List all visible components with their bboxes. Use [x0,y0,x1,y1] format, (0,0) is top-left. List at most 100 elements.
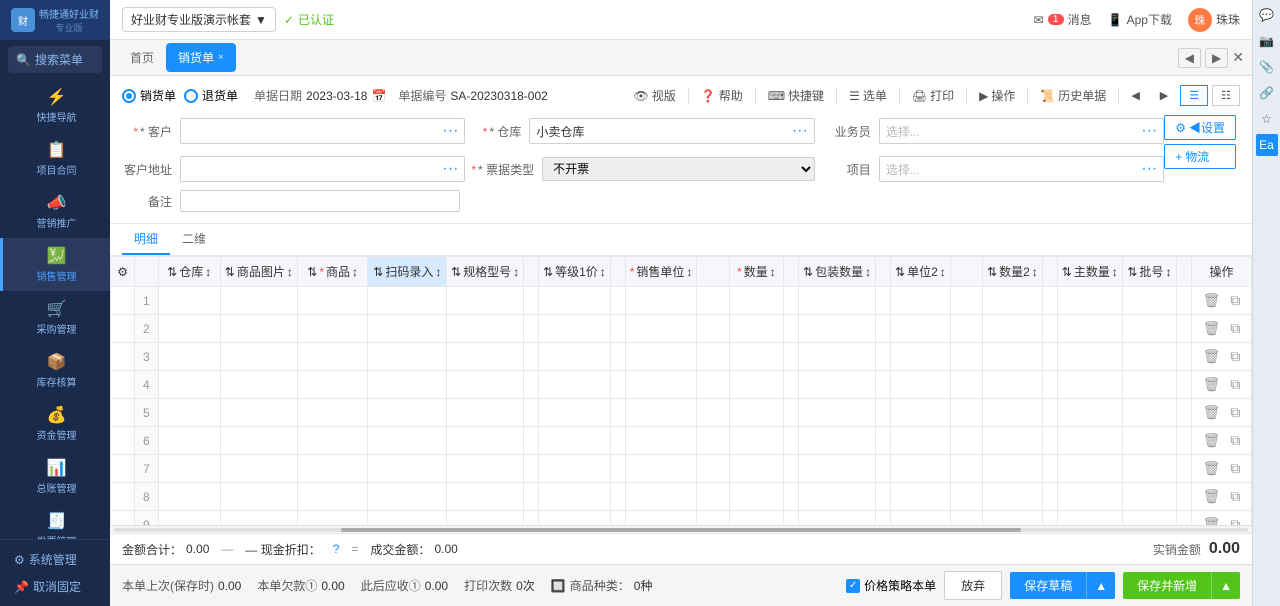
row-unit2-9[interactable] [891,511,951,526]
row-copy-5[interactable]: ⧉ [1227,403,1243,422]
shortcut-btn[interactable]: ⌨ 快捷键 [760,84,832,107]
row-unit2-3[interactable] [891,343,951,371]
row-unit-3[interactable] [625,343,697,371]
row-copy-9[interactable]: ⧉ [1227,515,1243,525]
row-spec-5[interactable] [447,399,524,427]
row-spec-9[interactable] [447,511,524,526]
row-qty-4[interactable] [729,371,783,399]
row-unit2-8[interactable] [891,483,951,511]
sidebar-item-cancel-pin[interactable]: 📌 取消固定 [6,573,104,600]
row-unit-4[interactable] [625,371,697,399]
horizontal-scrollbar[interactable] [110,525,1252,533]
warehouse-input[interactable]: 小卖仓库 ··· [529,118,814,144]
col-packqty-header[interactable]: ⇅ 包装数量 ↕ [799,257,876,287]
row-unit2-2[interactable] [891,315,951,343]
row-batch-7[interactable] [1122,455,1176,483]
row-delete-3[interactable]: 🗑 [1200,347,1224,366]
row-spec-6[interactable] [447,427,524,455]
row-image-1[interactable] [220,287,297,315]
calendar-icon[interactable]: 📅 [371,89,386,103]
row-price-2[interactable] [539,315,611,343]
address-dots-btn[interactable]: ··· [442,160,458,178]
row-scan-3[interactable] [368,343,447,371]
app-download-btn[interactable]: 📱 App下载 [1108,11,1172,28]
print-btn[interactable]: 🖨 打印 [904,84,962,107]
customer-input[interactable]: ··· [180,118,465,144]
prev-doc-btn[interactable]: ◀ [1123,86,1147,105]
row-batch-5[interactable] [1122,399,1176,427]
row-qty2-3[interactable] [983,343,1043,371]
row-delete-7[interactable]: 🗑 [1200,459,1224,478]
save-new-button[interactable]: 保存并新增 [1123,572,1211,599]
panel-camera-btn[interactable]: 📷 [1256,30,1278,52]
radio-sales[interactable]: 销货单 [122,87,176,104]
col-warehouse-header[interactable]: ⇅ 仓库 ↕ [158,257,220,287]
row-image-3[interactable] [220,343,297,371]
row-scan-9[interactable] [368,511,447,526]
row-qty-6[interactable] [729,427,783,455]
row-batch-2[interactable] [1122,315,1176,343]
tab-close-icon[interactable]: × [218,52,224,63]
sidebar-item-settings[interactable]: ⚙ 系统管理 [6,546,104,573]
row-mainqty-5[interactable] [1057,399,1122,427]
row-goods-2[interactable] [297,315,368,343]
sidebar-item-accounting[interactable]: 📊 总账管理 [0,450,110,503]
history-btn[interactable]: 📜 历史单据 [1032,84,1114,107]
row-delete-2[interactable]: 🗑 [1200,319,1224,338]
row-qty2-7[interactable] [983,455,1043,483]
invoice-select[interactable]: 不开票 增值税普通发票 增值税专用发票 [542,157,815,181]
row-image-6[interactable] [220,427,297,455]
tab-detail[interactable]: 明细 [122,224,170,255]
row-packqty-9[interactable] [799,511,876,526]
tab-2d[interactable]: 二维 [170,224,218,255]
panel-star-btn[interactable]: ☆ [1256,108,1278,130]
row-scan-4[interactable] [368,371,447,399]
row-packqty-2[interactable] [799,315,876,343]
row-image-7[interactable] [220,455,297,483]
row-qty-8[interactable] [729,483,783,511]
col-settings[interactable]: ⚙ [111,257,135,287]
row-image-8[interactable] [220,483,297,511]
row-unit-2[interactable] [625,315,697,343]
radio-return[interactable]: 退货单 [184,87,238,104]
row-image-2[interactable] [220,315,297,343]
row-price-8[interactable] [539,483,611,511]
col-mainqty-header[interactable]: ⇅ 主数量 ↕ [1057,257,1122,287]
view-btn[interactable]: 👁 视版 [626,84,684,107]
sidebar-item-sales[interactable]: 💹 销售管理 [0,238,110,291]
row-unit2-5[interactable] [891,399,951,427]
row-packqty-3[interactable] [799,343,876,371]
row-packqty-1[interactable] [799,287,876,315]
row-qty-1[interactable] [729,287,783,315]
salesperson-dots-btn[interactable]: ··· [1141,122,1157,140]
save-draft-arrow-button[interactable]: ▲ [1086,572,1115,599]
row-qty2-2[interactable] [983,315,1043,343]
row-price-4[interactable] [539,371,611,399]
row-unit-8[interactable] [625,483,697,511]
row-copy-3[interactable]: ⧉ [1227,347,1243,366]
row-packqty-4[interactable] [799,371,876,399]
row-price-7[interactable] [539,455,611,483]
col-unit2-header[interactable]: ⇅ 单位2 ↕ [891,257,951,287]
col-spec-header[interactable]: ⇅ 规格型号 ↕ [447,257,524,287]
row-delete-1[interactable]: 🗑 [1200,291,1224,310]
row-price-9[interactable] [539,511,611,526]
row-price-3[interactable] [539,343,611,371]
col-batch-header[interactable]: ⇅ 批号 ↕ [1122,257,1176,287]
row-price-6[interactable] [539,427,611,455]
message-btn[interactable]: ✉ 1 消息 [1034,11,1092,28]
row-qty2-6[interactable] [983,427,1043,455]
row-spec-7[interactable] [447,455,524,483]
row-mainqty-7[interactable] [1057,455,1122,483]
row-unit2-6[interactable] [891,427,951,455]
row-warehouse-1[interactable] [158,287,220,315]
row-price-1[interactable] [539,287,611,315]
row-goods-8[interactable] [297,483,368,511]
col-goods-header[interactable]: ⇅ * 商品 ↕ [297,257,368,287]
row-qty-3[interactable] [729,343,783,371]
row-unit2-4[interactable] [891,371,951,399]
panel-chat-btn[interactable]: 💬 [1256,4,1278,26]
company-selector[interactable]: 好业财专业版演示帐套 ▼ [122,7,276,32]
col-scan-header[interactable]: ⇅ 扫码录入 ↕ [368,257,447,287]
row-warehouse-2[interactable] [158,315,220,343]
